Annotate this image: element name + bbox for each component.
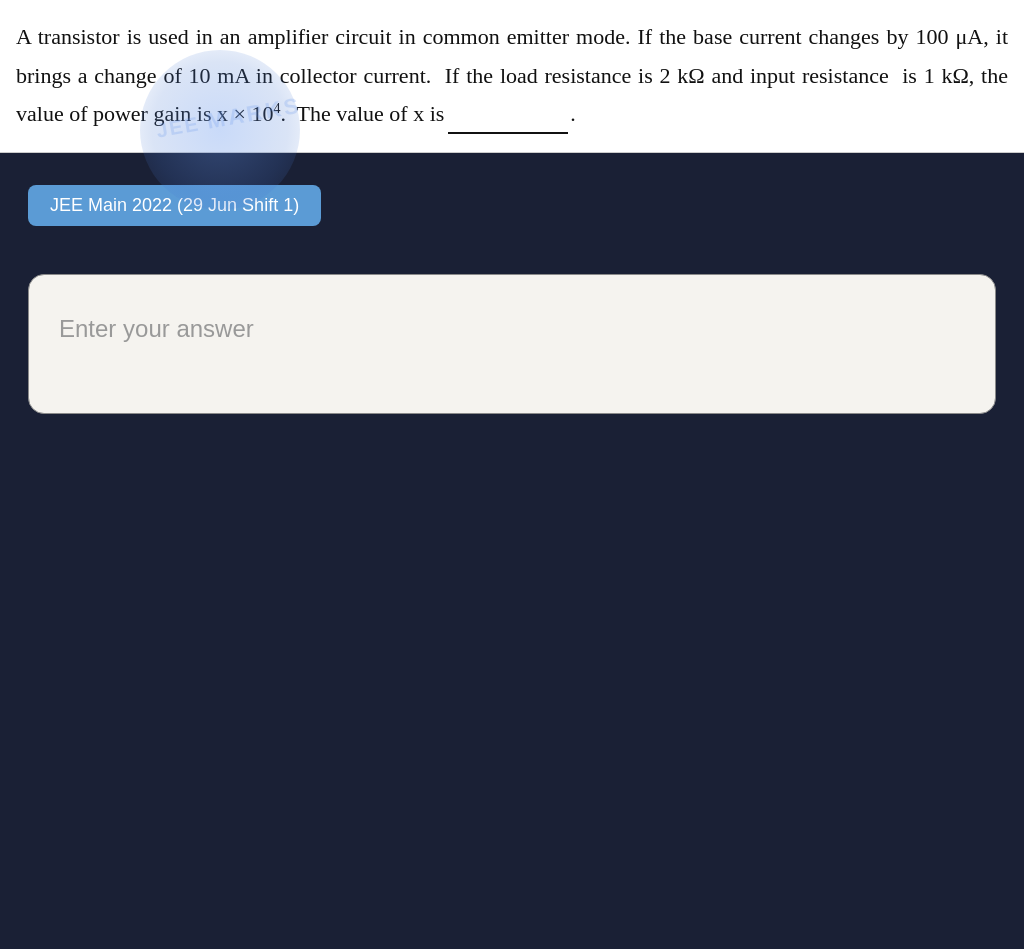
- page-container: A transistor is used in an amplifier cir…: [0, 0, 1024, 949]
- tag-container: JEE Main 2022 (29 Jun Shift 1): [28, 185, 321, 226]
- answer-container[interactable]: Enter your answer: [28, 274, 996, 414]
- question-box: A transistor is used in an amplifier cir…: [0, 0, 1024, 153]
- question-box-wrapper: A transistor is used in an amplifier cir…: [0, 0, 1024, 153]
- answer-input-box[interactable]: Enter your answer: [28, 274, 996, 414]
- answer-placeholder: Enter your answer: [59, 315, 254, 342]
- exam-tag: JEE Main 2022 (29 Jun Shift 1): [28, 185, 321, 226]
- question-text: A transistor is used in an amplifier cir…: [16, 18, 1008, 134]
